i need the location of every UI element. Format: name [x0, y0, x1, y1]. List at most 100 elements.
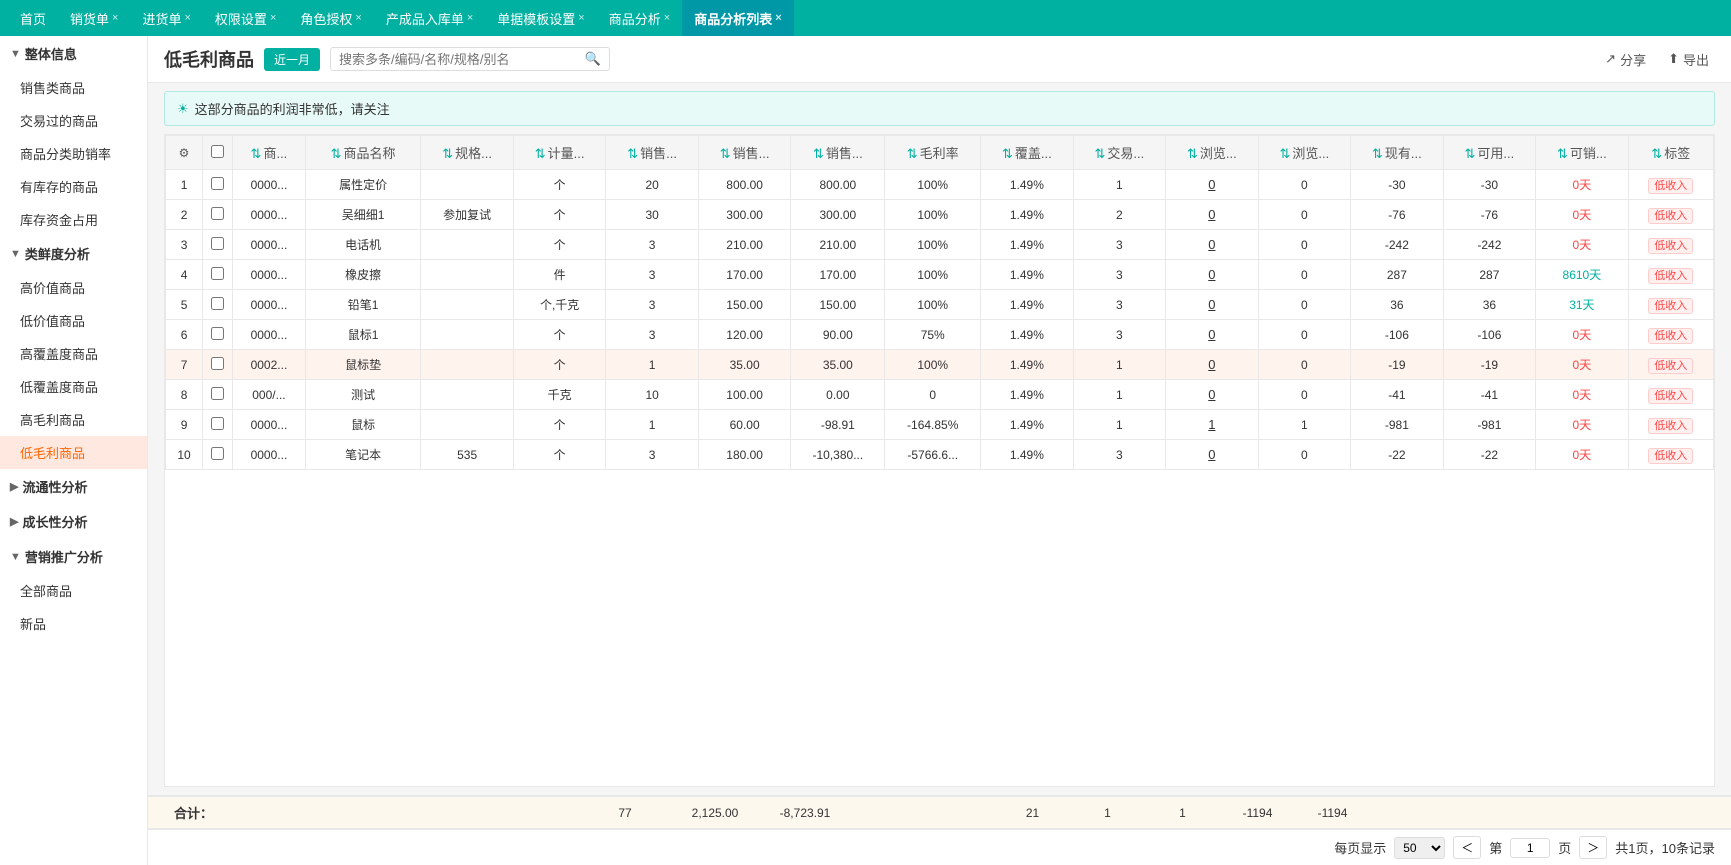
row-checkbox[interactable]	[211, 297, 224, 310]
row-checkbox-cell[interactable]	[203, 350, 233, 380]
col-transactions[interactable]: ⇅交易...	[1073, 136, 1166, 170]
row-views1-cell[interactable]: 0	[1166, 320, 1259, 350]
nav-goods-analysis-close[interactable]: ×	[664, 12, 670, 24]
row-sales-count-cell: 20	[606, 170, 699, 200]
row-checkbox-cell[interactable]	[203, 320, 233, 350]
row-views1-cell[interactable]: 1	[1166, 410, 1259, 440]
sidebar-group-freshness[interactable]: ▼ 类鲜度分析	[0, 236, 147, 271]
col-select-all[interactable]	[203, 136, 233, 170]
row-checkbox[interactable]	[211, 237, 224, 250]
sidebar-group-marketing[interactable]: ▼ 营销推广分析	[0, 539, 147, 574]
sidebar-item-low-margin[interactable]: 低毛利商品	[0, 436, 147, 469]
row-num-cell: 6	[166, 320, 203, 350]
sidebar-item-new-goods[interactable]: 新品	[0, 607, 147, 640]
page-number-input[interactable]	[1510, 838, 1550, 858]
sidebar-item-sales-goods[interactable]: 销售类商品	[0, 71, 147, 104]
page-size-select[interactable]: 50 100 200	[1394, 837, 1445, 859]
nav-roles[interactable]: 角色授权 ×	[288, 0, 373, 36]
col-saleable[interactable]: ⇅可销...	[1536, 136, 1629, 170]
sidebar-item-stock-capital[interactable]: 库存资金占用	[0, 203, 147, 236]
sidebar-item-stocked-goods[interactable]: 有库存的商品	[0, 170, 147, 203]
sidebar-group-overall[interactable]: ▼ 整体信息	[0, 36, 147, 71]
row-checkbox[interactable]	[211, 267, 224, 280]
col-name[interactable]: ⇅商品名称	[305, 136, 421, 170]
select-all-checkbox[interactable]	[211, 145, 224, 158]
sidebar-collapse-btn[interactable]: «	[147, 116, 148, 156]
col-gross-margin[interactable]: ⇅毛利率	[885, 136, 981, 170]
sidebar-group-growth[interactable]: ▶ 成长性分析	[0, 504, 147, 539]
sidebar-item-traded-goods[interactable]: 交易过的商品	[0, 104, 147, 137]
sidebar-group-circulation[interactable]: ▶ 流通性分析	[0, 469, 147, 504]
row-views1-cell[interactable]: 0	[1166, 200, 1259, 230]
row-checkbox[interactable]	[211, 417, 224, 430]
nav-products-close[interactable]: ×	[467, 12, 473, 24]
col-code[interactable]: ⇅商...	[233, 136, 306, 170]
row-views1-cell[interactable]: 0	[1166, 380, 1259, 410]
nav-purchase-close[interactable]: ×	[184, 12, 190, 24]
sidebar-item-all-goods[interactable]: 全部商品	[0, 574, 147, 607]
sidebar-item-low-coverage[interactable]: 低覆盖度商品	[0, 370, 147, 403]
nav-goods-analysis-list-close[interactable]: ×	[775, 12, 781, 24]
date-filter-button[interactable]: 近一月	[264, 48, 320, 71]
nav-home[interactable]: 首页	[8, 0, 58, 36]
nav-templates[interactable]: 单据模板设置 ×	[485, 0, 596, 36]
row-views1-cell[interactable]: 0	[1166, 440, 1259, 470]
row-checkbox-cell[interactable]	[203, 230, 233, 260]
nav-products-in[interactable]: 产成品入库单 ×	[374, 0, 485, 36]
col-unit[interactable]: ⇅计量...	[513, 136, 606, 170]
nav-purchase[interactable]: 进货单 ×	[130, 0, 202, 36]
nav-roles-close[interactable]: ×	[355, 12, 361, 24]
row-spec-cell: 参加复试	[421, 200, 514, 230]
sidebar-item-high-margin[interactable]: 高毛利商品	[0, 403, 147, 436]
sidebar-item-high-coverage[interactable]: 高覆盖度商品	[0, 337, 147, 370]
sidebar-item-low-value[interactable]: 低价值商品	[0, 304, 147, 337]
col-tag[interactable]: ⇅标签	[1628, 136, 1713, 170]
nav-sales[interactable]: 销货单 ×	[58, 0, 130, 36]
total-info: 共1页，10条记录	[1615, 838, 1715, 857]
row-checkbox[interactable]	[211, 327, 224, 340]
row-checkbox[interactable]	[211, 447, 224, 460]
row-checkbox-cell[interactable]	[203, 290, 233, 320]
row-views1-cell[interactable]: 0	[1166, 170, 1259, 200]
row-checkbox-cell[interactable]	[203, 200, 233, 230]
search-icon[interactable]: 🔍	[585, 51, 601, 67]
sidebar-item-high-value[interactable]: 高价值商品	[0, 271, 147, 304]
next-page-button[interactable]: ＞	[1579, 836, 1607, 859]
nav-goods-analysis[interactable]: 商品分析 ×	[597, 0, 682, 36]
row-checkbox[interactable]	[211, 357, 224, 370]
col-coverage[interactable]: ⇅覆盖...	[981, 136, 1074, 170]
nav-templates-close[interactable]: ×	[578, 12, 584, 24]
export-button[interactable]: ⬆ 导出	[1662, 47, 1715, 72]
row-views1-cell[interactable]: 0	[1166, 260, 1259, 290]
col-sales-profit[interactable]: ⇅销售...	[791, 136, 885, 170]
row-checkbox-cell[interactable]	[203, 440, 233, 470]
row-available-cell: -981	[1443, 410, 1536, 440]
col-sales-count[interactable]: ⇅销售...	[606, 136, 699, 170]
nav-sales-close[interactable]: ×	[112, 12, 118, 24]
prev-page-button[interactable]: ＜	[1453, 836, 1481, 859]
row-views1-cell[interactable]: 0	[1166, 350, 1259, 380]
row-checkbox[interactable]	[211, 177, 224, 190]
row-checkbox-cell[interactable]	[203, 170, 233, 200]
row-checkbox-cell[interactable]	[203, 410, 233, 440]
nav-permissions[interactable]: 权限设置 ×	[203, 0, 288, 36]
col-current-stock[interactable]: ⇅现有...	[1351, 136, 1444, 170]
row-checkbox[interactable]	[211, 207, 224, 220]
nav-permissions-close[interactable]: ×	[270, 12, 276, 24]
search-input[interactable]	[339, 52, 585, 67]
row-checkbox-cell[interactable]	[203, 260, 233, 290]
col-sales-price[interactable]: ⇅销售...	[698, 136, 791, 170]
sidebar-item-category-rate[interactable]: 商品分类助销率	[0, 137, 147, 170]
row-checkbox[interactable]	[211, 387, 224, 400]
col-views2[interactable]: ⇅浏览...	[1258, 136, 1351, 170]
col-spec[interactable]: ⇅规格...	[421, 136, 514, 170]
row-views1-cell[interactable]: 0	[1166, 290, 1259, 320]
row-checkbox-cell[interactable]	[203, 380, 233, 410]
row-sales-count-cell: 3	[606, 440, 699, 470]
share-button[interactable]: ↗ 分享	[1599, 47, 1652, 72]
row-views1-cell[interactable]: 0	[1166, 230, 1259, 260]
col-views1[interactable]: ⇅浏览...	[1166, 136, 1259, 170]
nav-goods-analysis-list[interactable]: 商品分析列表 ×	[682, 0, 793, 36]
col-settings[interactable]: ⚙	[166, 136, 203, 170]
col-available[interactable]: ⇅可用...	[1443, 136, 1536, 170]
